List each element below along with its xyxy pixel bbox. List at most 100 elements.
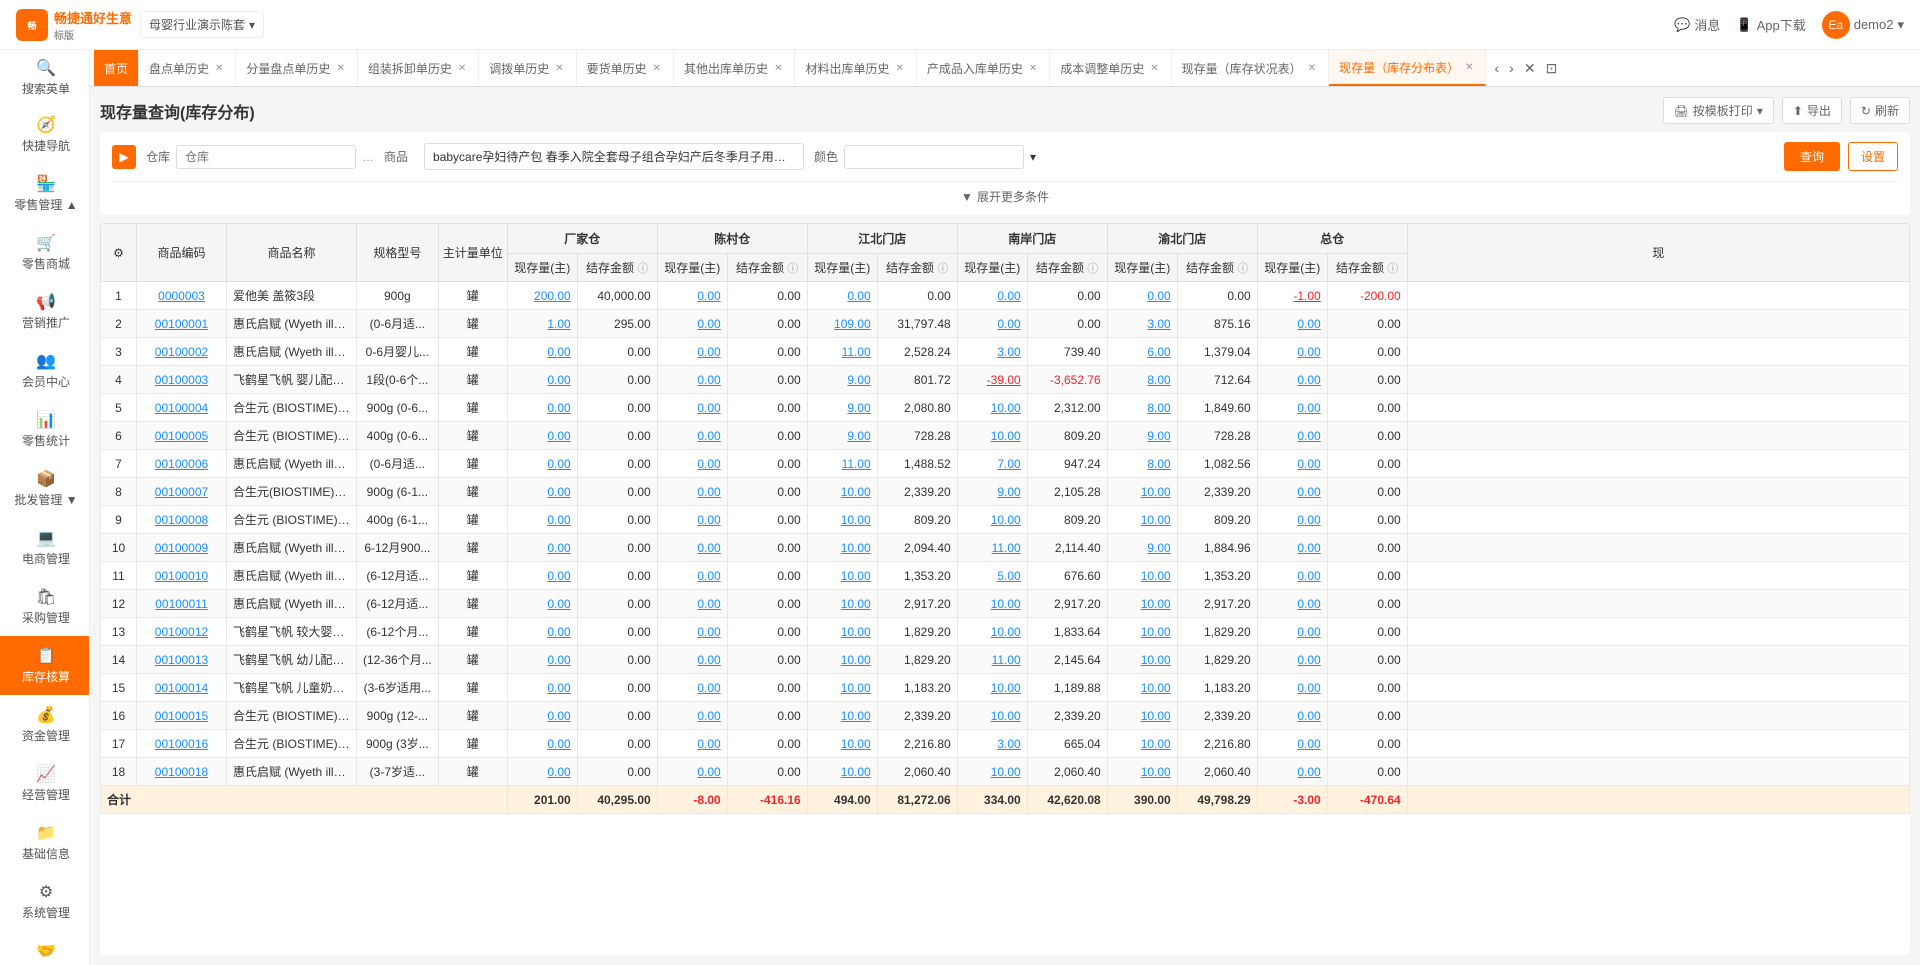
row-yuanbei-stock[interactable]: 9.00 (1107, 534, 1177, 562)
sidebar-item-system[interactable]: ⚙ 系统管理 (0, 872, 89, 931)
sidebar-item-base[interactable]: 📁 基础信息 (0, 813, 89, 872)
row-nanmen-stock[interactable]: 10.00 (957, 422, 1027, 450)
row-jiangbei-stock[interactable]: 11.00 (807, 338, 877, 366)
tab-close-all-btn[interactable]: ✕ (1520, 58, 1540, 79)
row-factory-stock[interactable]: 0.00 (507, 478, 577, 506)
tab-next-btn[interactable]: › (1505, 58, 1518, 78)
industry-selector[interactable]: 母婴行业演示陈套 ▾ (140, 11, 264, 38)
refresh-btn[interactable]: ↻ 刷新 (1850, 97, 1910, 124)
sidebar-item-ecommerce[interactable]: 💻 电商管理 (0, 518, 89, 577)
row-total-stock[interactable]: 0.00 (1257, 534, 1327, 562)
row-factory-stock[interactable]: 0.00 (507, 534, 577, 562)
row-total-stock[interactable]: 0.00 (1257, 730, 1327, 758)
tab-close[interactable]: ✕ (1027, 62, 1039, 75)
row-total-stock[interactable]: 0.00 (1257, 702, 1327, 730)
row-yuanbei-stock[interactable]: 8.00 (1107, 394, 1177, 422)
sidebar-item-search[interactable]: 🔍 搜索英单 (0, 50, 89, 105)
collapse-btn[interactable]: ▶ (112, 145, 136, 169)
warehouse-picker-btn[interactable]: … (362, 150, 374, 164)
sidebar-item-member[interactable]: 👥 会员中心 (0, 341, 89, 400)
row-factory-stock[interactable]: 0.00 (507, 646, 577, 674)
row-chen-stock[interactable]: 0.00 (657, 730, 727, 758)
sidebar-item-wholesale[interactable]: 📦 批发管理 ▼ (0, 459, 89, 518)
row-chen-stock[interactable]: 0.00 (657, 394, 727, 422)
row-code[interactable]: 00100013 (137, 646, 227, 674)
row-jiangbei-stock[interactable]: 9.00 (807, 422, 877, 450)
row-yuanbei-stock[interactable]: 10.00 (1107, 730, 1177, 758)
row-jiangbei-stock[interactable]: 10.00 (807, 702, 877, 730)
row-factory-stock[interactable]: 0.00 (507, 506, 577, 534)
row-factory-stock[interactable]: 0.00 (507, 590, 577, 618)
row-jiangbei-stock[interactable]: 10.00 (807, 674, 877, 702)
tab-close[interactable]: ✕ (1463, 61, 1475, 74)
tab-close[interactable]: ✕ (456, 62, 468, 75)
info-icon-6[interactable]: ⓘ (1387, 260, 1398, 276)
row-yuanbei-stock[interactable]: 3.00 (1107, 310, 1177, 338)
row-total-stock[interactable]: 0.00 (1257, 758, 1327, 786)
row-yuanbei-stock[interactable]: 10.00 (1107, 590, 1177, 618)
row-chen-stock[interactable]: 0.00 (657, 422, 727, 450)
row-total-stock[interactable]: 0.00 (1257, 478, 1327, 506)
row-factory-stock[interactable]: 0.00 (507, 618, 577, 646)
row-yuanbei-stock[interactable]: 10.00 (1107, 562, 1177, 590)
row-code[interactable]: 00100012 (137, 618, 227, 646)
row-chen-stock[interactable]: 0.00 (657, 562, 727, 590)
goods-value-display[interactable]: babycare孕妇待产包 春季入院全套母子组合孕妇产后冬季月子用品 22件套 … (424, 143, 804, 170)
tab-close[interactable]: ✕ (334, 62, 346, 75)
info-icon-3[interactable]: ⓘ (937, 260, 948, 276)
row-jiangbei-stock[interactable]: 10.00 (807, 590, 877, 618)
row-total-stock[interactable]: 0.00 (1257, 310, 1327, 338)
row-yuanbei-stock[interactable]: 10.00 (1107, 618, 1177, 646)
row-yuanbei-stock[interactable]: 0.00 (1107, 282, 1177, 310)
expand-conditions-btn[interactable]: ▼ 展开更多条件 (961, 188, 1049, 205)
row-yuanbei-stock[interactable]: 10.00 (1107, 506, 1177, 534)
row-nanmen-stock[interactable]: 3.00 (957, 338, 1027, 366)
row-chen-stock[interactable]: 0.00 (657, 590, 727, 618)
sidebar-item-retail-stats[interactable]: 📊 零售统计 (0, 400, 89, 459)
tab-prev-btn[interactable]: ‹ (1490, 58, 1503, 78)
row-chen-stock[interactable]: 0.00 (657, 282, 727, 310)
row-factory-stock[interactable]: 0.00 (507, 562, 577, 590)
row-nanmen-stock[interactable]: 11.00 (957, 646, 1027, 674)
message-btn[interactable]: 💬 消息 (1674, 15, 1720, 34)
row-yuanbei-stock[interactable]: 8.00 (1107, 450, 1177, 478)
row-yuanbei-stock[interactable]: 10.00 (1107, 646, 1177, 674)
row-jiangbei-stock[interactable]: 9.00 (807, 366, 877, 394)
row-nanmen-stock[interactable]: 10.00 (957, 590, 1027, 618)
row-chen-stock[interactable]: 0.00 (657, 366, 727, 394)
row-nanmen-stock[interactable]: 7.00 (957, 450, 1027, 478)
tab-close[interactable]: ✕ (553, 62, 565, 75)
row-code[interactable]: 00100005 (137, 422, 227, 450)
row-nanmen-stock[interactable]: 10.00 (957, 702, 1027, 730)
tab-group-disassemble[interactable]: 组装拆卸单历史 ✕ (358, 50, 479, 86)
row-code[interactable]: 00100014 (137, 674, 227, 702)
info-icon-2[interactable]: ⓘ (787, 260, 798, 276)
row-nanmen-stock[interactable]: -39.00 (957, 366, 1027, 394)
row-code[interactable]: 00100011 (137, 590, 227, 618)
warehouse-input[interactable] (176, 145, 356, 169)
tab-stock-dist[interactable]: 现存量（库存分布表）✕ (1329, 50, 1486, 86)
row-yuanbei-stock[interactable]: 10.00 (1107, 702, 1177, 730)
tab-close[interactable]: ✕ (772, 62, 784, 75)
row-jiangbei-stock[interactable]: 10.00 (807, 534, 877, 562)
tab-inventory-sub[interactable]: 分量盘点单历史 ✕ (236, 50, 357, 86)
row-nanmen-stock[interactable]: 10.00 (957, 674, 1027, 702)
row-total-stock[interactable]: 0.00 (1257, 674, 1327, 702)
row-code[interactable]: 00100015 (137, 702, 227, 730)
sidebar-item-retail[interactable]: 🏪 零售管理 ▲ (0, 164, 89, 223)
tab-requisition[interactable]: 要货单历史 ✕ (577, 50, 674, 86)
tab-inventory-single[interactable]: 盘点单历史 ✕ (139, 50, 236, 86)
sidebar-item-finance[interactable]: 💰 资金管理 (0, 695, 89, 754)
row-nanmen-stock[interactable]: 0.00 (957, 310, 1027, 338)
row-chen-stock[interactable]: 0.00 (657, 450, 727, 478)
row-jiangbei-stock[interactable]: 9.00 (807, 394, 877, 422)
row-jiangbei-stock[interactable]: 11.00 (807, 450, 877, 478)
th-settings[interactable]: ⚙ (101, 224, 137, 282)
row-jiangbei-stock[interactable]: 109.00 (807, 310, 877, 338)
row-total-stock[interactable]: 0.00 (1257, 394, 1327, 422)
row-code[interactable]: 00100002 (137, 338, 227, 366)
print-btn[interactable]: 🖨 按模板打印 ▾ (1663, 97, 1774, 124)
row-nanmen-stock[interactable]: 10.00 (957, 618, 1027, 646)
row-total-stock[interactable]: -1.00 (1257, 282, 1327, 310)
tab-product-in[interactable]: 产成品入库单历史 ✕ (917, 50, 1050, 86)
